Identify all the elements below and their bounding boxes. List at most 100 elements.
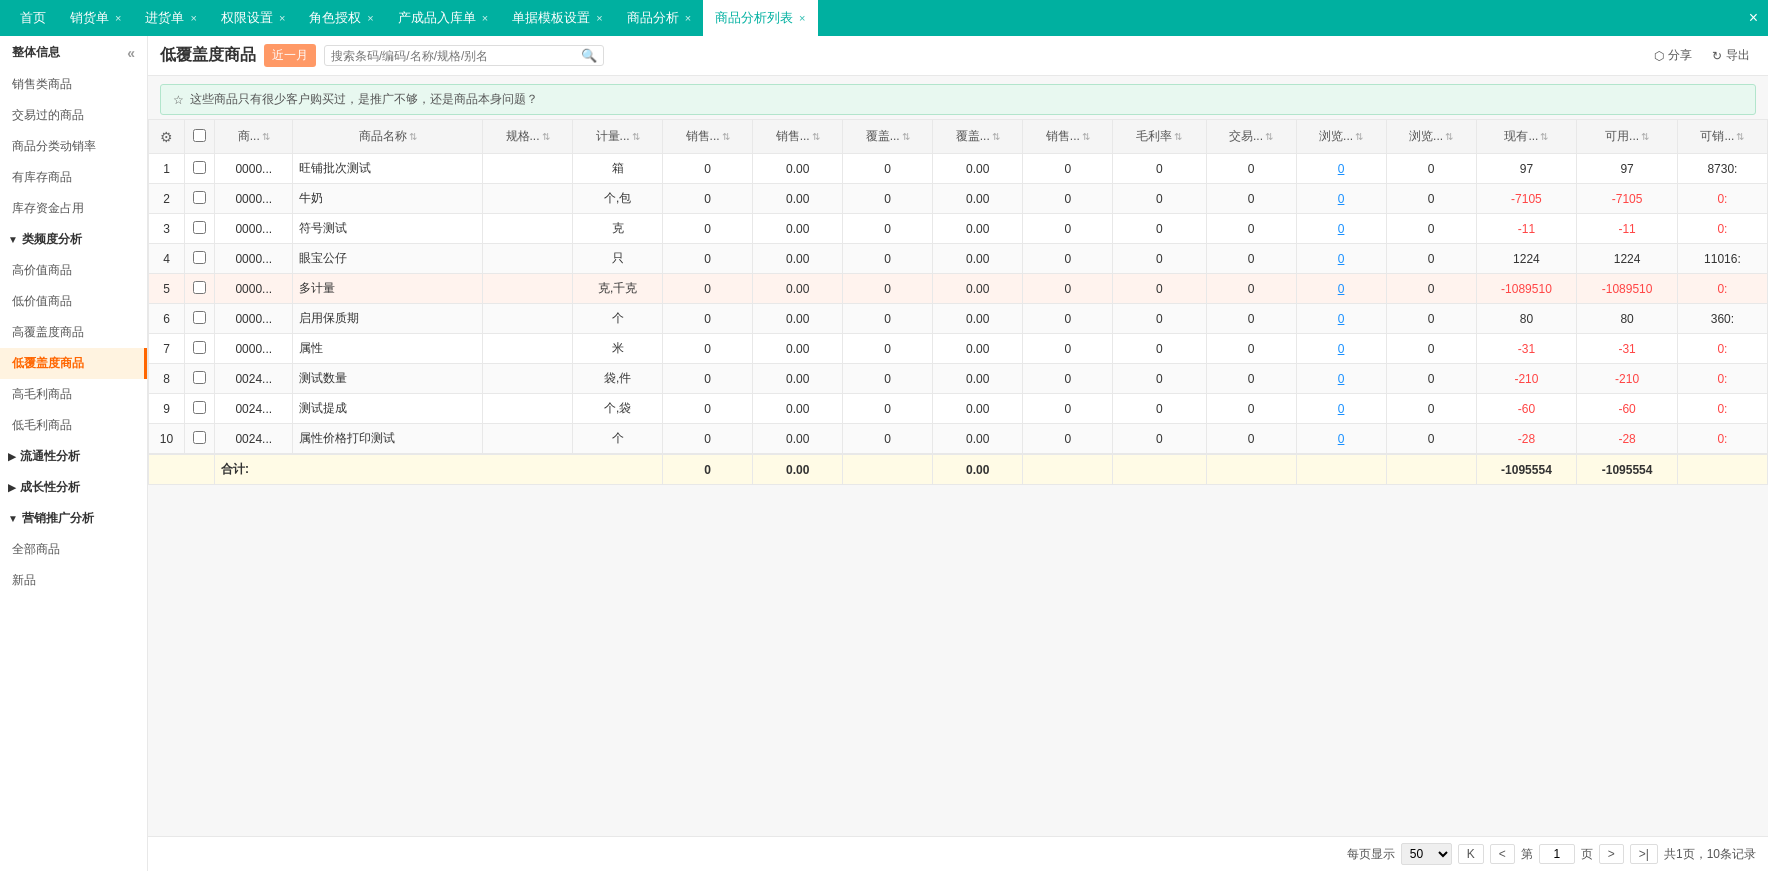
total-trade: [1206, 454, 1296, 485]
prev-page-button[interactable]: <: [1490, 844, 1515, 864]
sidebar-section-marketing[interactable]: ▼ 营销推广分析: [0, 503, 147, 534]
sidebar-item-low-value[interactable]: 低价值商品: [0, 286, 147, 317]
next-page-button[interactable]: >: [1599, 844, 1624, 864]
row-browse1[interactable]: 0: [1296, 334, 1386, 364]
settings-icon[interactable]: ⚙: [160, 129, 173, 145]
row-browse1[interactable]: 0: [1296, 424, 1386, 455]
row-browse1[interactable]: 0: [1296, 304, 1386, 334]
close-icon[interactable]: ×: [279, 12, 285, 24]
row-name: 符号测试: [293, 214, 483, 244]
sidebar-item-inventory-capital[interactable]: 库存资金占用: [0, 193, 147, 224]
row-browse1[interactable]: 0: [1296, 274, 1386, 304]
row-checkbox[interactable]: [185, 214, 215, 244]
export-icon: ↻: [1712, 49, 1722, 63]
nav-tab-product-analysis-list[interactable]: 商品分析列表 ×: [703, 0, 817, 36]
info-text: 这些商品只有很少客户购买过，是推广不够，还是商品本身问题？: [190, 91, 538, 108]
settings-col-header[interactable]: ⚙: [149, 120, 185, 154]
export-button[interactable]: ↻ 导出: [1706, 44, 1756, 67]
row-sales-cnt: 0: [1023, 424, 1113, 455]
row-browse1[interactable]: 0: [1296, 394, 1386, 424]
row-sales-cnt: 0: [1023, 334, 1113, 364]
period-button[interactable]: 近一月: [264, 44, 316, 67]
row-spec: [483, 394, 573, 424]
sidebar-section-growth[interactable]: ▶ 成长性分析: [0, 472, 147, 503]
sidebar-section-flow[interactable]: ▶ 流通性分析: [0, 441, 147, 472]
total-sales-cnt: [1023, 454, 1113, 485]
per-page-select[interactable]: 50 20 100: [1401, 843, 1452, 865]
nav-tab-template[interactable]: 单据模板设置 ×: [500, 0, 614, 36]
row-browse1[interactable]: 0: [1296, 244, 1386, 274]
row-checkbox[interactable]: [185, 184, 215, 214]
row-checkbox[interactable]: [185, 244, 215, 274]
row-browse1[interactable]: 0: [1296, 154, 1386, 184]
first-page-button[interactable]: K: [1458, 844, 1484, 864]
close-icon[interactable]: ×: [685, 12, 691, 24]
row-checkbox[interactable]: [185, 304, 215, 334]
row-browse1[interactable]: 0: [1296, 184, 1386, 214]
sidebar-item-high-margin[interactable]: 高毛利商品: [0, 379, 147, 410]
sidebar-item-stocked-products[interactable]: 有库存商品: [0, 162, 147, 193]
row-current: 97: [1476, 154, 1577, 184]
checkbox-col-header[interactable]: [185, 120, 215, 154]
row-name: 测试提成: [293, 394, 483, 424]
close-icon[interactable]: ×: [482, 12, 488, 24]
sidebar-item-high-value[interactable]: 高价值商品: [0, 255, 147, 286]
sidebar-item-low-coverage[interactable]: 低覆盖度商品: [0, 348, 147, 379]
margin-col-header: 毛利率⇅: [1113, 120, 1206, 154]
row-spec: [483, 364, 573, 394]
nav-tab-sales[interactable]: 销货单 ×: [58, 0, 133, 36]
close-icon[interactable]: ×: [799, 12, 805, 24]
row-no: 10: [149, 424, 185, 455]
share-button[interactable]: ⬡ 分享: [1648, 44, 1698, 67]
sidebar-item-category-rate[interactable]: 商品分类动销率: [0, 131, 147, 162]
close-icon[interactable]: ×: [190, 12, 196, 24]
row-browse1[interactable]: 0: [1296, 364, 1386, 394]
row-sales-qty: 0: [663, 214, 753, 244]
row-checkbox[interactable]: [185, 334, 215, 364]
row-checkbox[interactable]: [185, 154, 215, 184]
sidebar-item-low-margin[interactable]: 低毛利商品: [0, 410, 147, 441]
row-trade: 0: [1206, 304, 1296, 334]
sidebar-item-new-products[interactable]: 新品: [0, 565, 147, 596]
spec-col-header: 规格...⇅: [483, 120, 573, 154]
row-cov2: 0.00: [933, 214, 1023, 244]
nav-tab-product-analysis[interactable]: 商品分析 ×: [615, 0, 703, 36]
data-table: ⚙ 商...⇅ 商品名称⇅ 规格...⇅ 计量...⇅ 销售...⇅ 销售...…: [148, 119, 1768, 485]
sidebar-section-frequency[interactable]: ▼ 类频度分析: [0, 224, 147, 255]
nav-tab-purchase[interactable]: 进货单 ×: [133, 0, 208, 36]
row-code: 0024...: [215, 394, 293, 424]
row-sales-cnt: 0: [1023, 274, 1113, 304]
nav-tab-role[interactable]: 角色授权 ×: [297, 0, 385, 36]
close-icon[interactable]: ×: [367, 12, 373, 24]
row-checkbox[interactable]: [185, 364, 215, 394]
row-browse1[interactable]: 0: [1296, 214, 1386, 244]
row-checkbox[interactable]: [185, 424, 215, 455]
row-checkbox[interactable]: [185, 394, 215, 424]
select-all-checkbox[interactable]: [193, 129, 206, 142]
row-margin: 0: [1113, 334, 1206, 364]
browse2-col-header: 浏览...⇅: [1386, 120, 1476, 154]
page-number-input[interactable]: [1539, 844, 1575, 864]
available-col-header: 可用...⇅: [1577, 120, 1678, 154]
nav-tab-permission[interactable]: 权限设置 ×: [209, 0, 297, 36]
search-input[interactable]: [331, 49, 581, 63]
row-browse2: 0: [1386, 214, 1476, 244]
row-trade: 0: [1206, 184, 1296, 214]
close-icon[interactable]: ×: [115, 12, 121, 24]
sidebar-item-traded-products[interactable]: 交易过的商品: [0, 100, 147, 131]
row-margin: 0: [1113, 214, 1206, 244]
row-available: 80: [1577, 304, 1678, 334]
last-page-button[interactable]: >|: [1630, 844, 1658, 864]
sidebar-item-high-coverage[interactable]: 高覆盖度商品: [0, 317, 147, 348]
sidebar-item-sales-products[interactable]: 销售类商品: [0, 69, 147, 100]
nav-tab-home[interactable]: 首页: [8, 0, 58, 36]
close-all-button[interactable]: ×: [1749, 9, 1758, 27]
row-saleable: 0:: [1677, 424, 1767, 455]
sidebar-collapse-button[interactable]: «: [127, 45, 135, 61]
row-checkbox[interactable]: [185, 274, 215, 304]
close-icon[interactable]: ×: [596, 12, 602, 24]
nav-tab-product-inbound[interactable]: 产成品入库单 ×: [386, 0, 500, 36]
current-col-header: 现有...⇅: [1476, 120, 1577, 154]
sidebar-item-all-products[interactable]: 全部商品: [0, 534, 147, 565]
total-sales-qty: 0: [663, 454, 753, 485]
